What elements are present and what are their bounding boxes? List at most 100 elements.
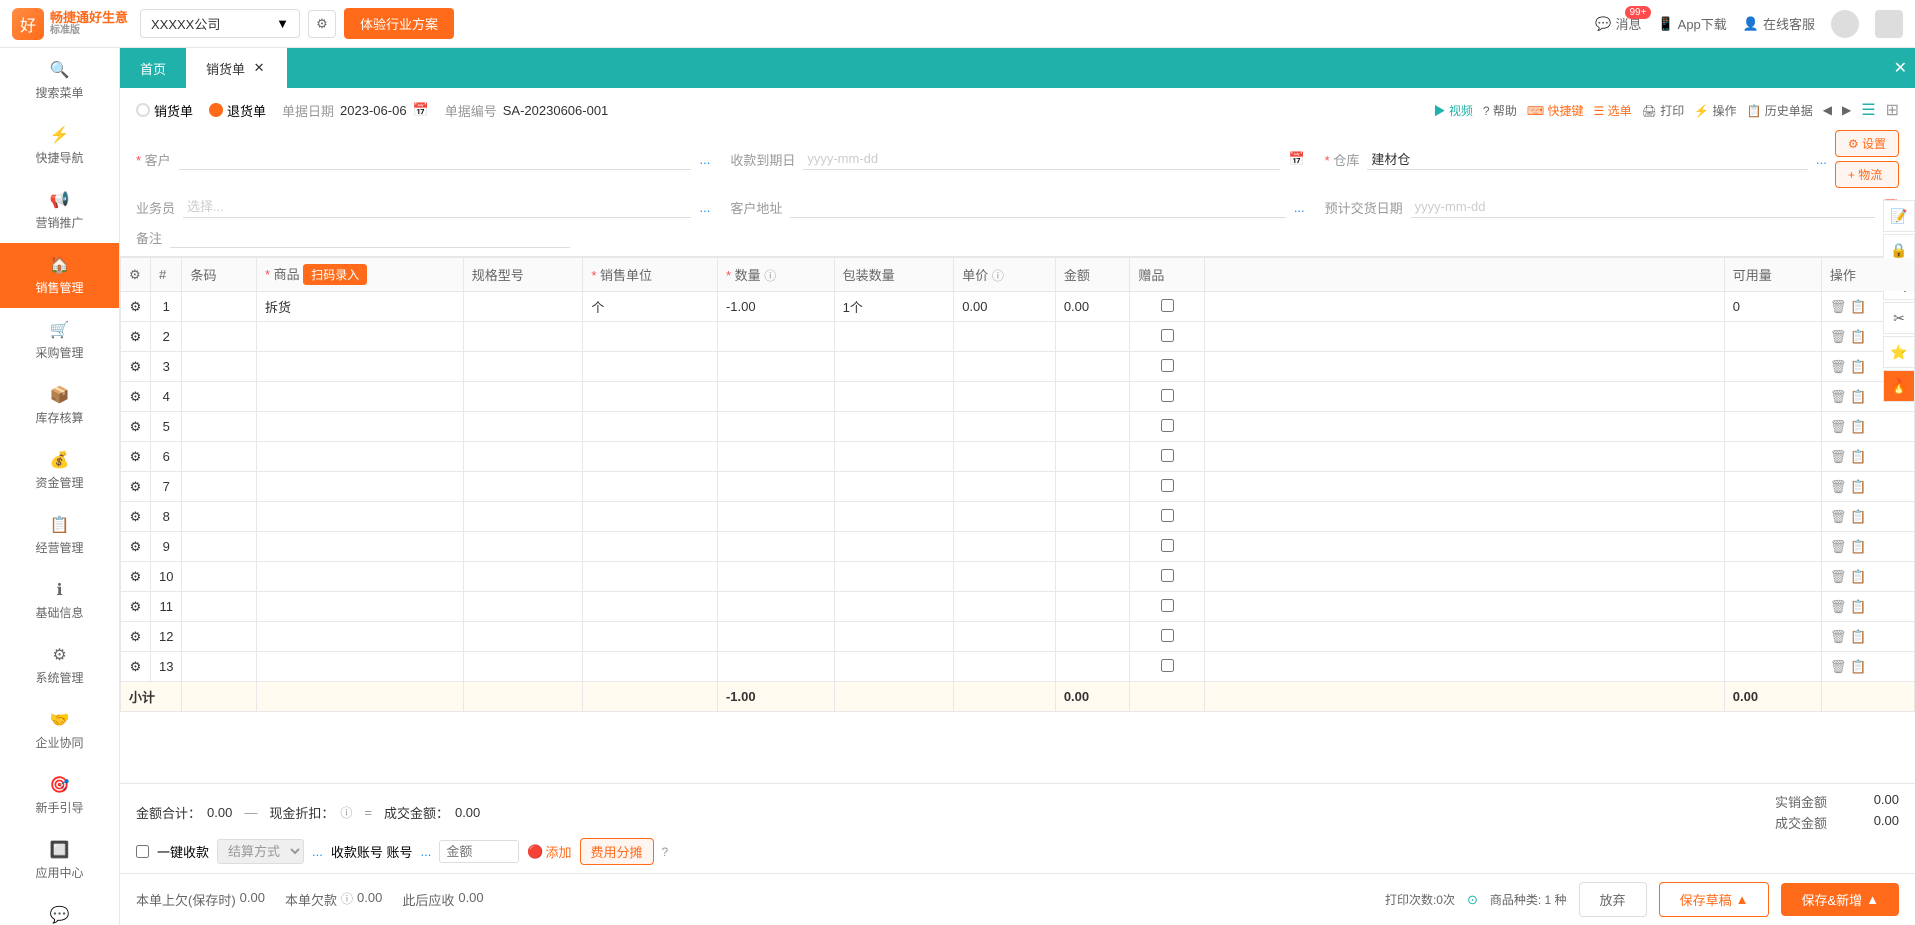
prev-btn[interactable]: ◀ xyxy=(1823,103,1832,117)
row-price[interactable] xyxy=(954,352,1056,382)
row-pack-qty[interactable]: 1个 xyxy=(834,292,954,322)
row-amount[interactable] xyxy=(1055,352,1130,382)
row-pack-qty[interactable] xyxy=(834,382,954,412)
row-gift[interactable] xyxy=(1130,472,1205,502)
row-spec[interactable] xyxy=(463,562,583,592)
row-amount[interactable] xyxy=(1055,592,1130,622)
row-qty[interactable] xyxy=(717,592,834,622)
row-amount[interactable] xyxy=(1055,442,1130,472)
row-pack-qty[interactable] xyxy=(834,502,954,532)
row-unit[interactable] xyxy=(583,472,718,502)
row-price[interactable] xyxy=(954,622,1056,652)
row-qty[interactable] xyxy=(717,622,834,652)
user-menu-icon[interactable] xyxy=(1875,10,1903,38)
row-unit[interactable] xyxy=(583,502,718,532)
select-btn[interactable]: ☰ 选单 xyxy=(1594,102,1632,119)
row-qty[interactable] xyxy=(717,442,834,472)
row-amount[interactable] xyxy=(1055,622,1130,652)
row-amount[interactable] xyxy=(1055,412,1130,442)
row-gift[interactable] xyxy=(1130,352,1205,382)
row-product[interactable] xyxy=(257,502,464,532)
row-qty[interactable] xyxy=(717,382,834,412)
row-product[interactable] xyxy=(257,532,464,562)
row-pack-qty[interactable] xyxy=(834,622,954,652)
row-price[interactable]: 0.00 xyxy=(954,292,1056,322)
calendar-icon[interactable]: 📅 xyxy=(413,102,429,118)
row-amount[interactable] xyxy=(1055,652,1130,682)
row-spec[interactable] xyxy=(463,622,583,652)
row-gift[interactable] xyxy=(1130,292,1205,322)
abandon-button[interactable]: 放弃 xyxy=(1579,882,1647,917)
settings-action-btn[interactable]: ⚙ 设置 xyxy=(1835,130,1899,157)
row-spec[interactable] xyxy=(463,412,583,442)
sidebar-item-operations[interactable]: 📋 经营管理 xyxy=(0,503,119,568)
card-view-icon[interactable]: ⊞ xyxy=(1886,100,1899,120)
row-price[interactable] xyxy=(954,502,1056,532)
sidebar-item-guide[interactable]: 🎯 新手引导 xyxy=(0,763,119,828)
salesperson-dots[interactable]: ... xyxy=(699,200,710,215)
row-pack-qty[interactable] xyxy=(834,652,954,682)
row-spec[interactable] xyxy=(463,352,583,382)
row-unit[interactable] xyxy=(583,352,718,382)
row-unit[interactable] xyxy=(583,442,718,472)
row-delete-icon[interactable]: 🗑 xyxy=(1830,359,1847,375)
row-gift[interactable] xyxy=(1130,622,1205,652)
row-delete-icon[interactable]: 🗑 xyxy=(1830,599,1847,615)
one-click-pay-checkbox[interactable] xyxy=(136,845,149,858)
receive-date-input[interactable] xyxy=(803,148,1280,170)
row-amount[interactable]: 0.00 xyxy=(1055,292,1130,322)
row-delete-icon[interactable]: 🗑 xyxy=(1830,389,1847,405)
sidebar-item-collab[interactable]: 🤝 企业协同 xyxy=(0,698,119,763)
row-unit[interactable] xyxy=(583,592,718,622)
row-pack-qty[interactable] xyxy=(834,352,954,382)
sidebar-item-system[interactable]: ⚙ 系统管理 xyxy=(0,633,119,698)
payment-amount-input[interactable] xyxy=(439,840,519,863)
sidebar-item-inventory[interactable]: 📦 库存核算 xyxy=(0,373,119,438)
row-gift[interactable] xyxy=(1130,562,1205,592)
row-pack-qty[interactable] xyxy=(834,532,954,562)
customer-dots[interactable]: ... xyxy=(699,152,710,167)
row-amount[interactable] xyxy=(1055,502,1130,532)
row-copy-icon[interactable]: 📋 xyxy=(1850,299,1866,315)
warehouse-dots[interactable]: ... xyxy=(1816,152,1827,167)
avatar[interactable] xyxy=(1831,10,1859,38)
row-barcode[interactable] xyxy=(182,382,257,412)
row-copy-icon[interactable]: 📋 xyxy=(1850,419,1866,435)
calc-method-select[interactable]: 结算方式 xyxy=(217,839,304,864)
row-barcode[interactable] xyxy=(182,292,257,322)
row-product[interactable] xyxy=(257,322,464,352)
row-product[interactable] xyxy=(257,472,464,502)
row-barcode[interactable] xyxy=(182,442,257,472)
row-amount[interactable] xyxy=(1055,322,1130,352)
row-gift[interactable] xyxy=(1130,502,1205,532)
row-pack-qty[interactable] xyxy=(834,472,954,502)
row-gift[interactable] xyxy=(1130,592,1205,622)
row-spec[interactable] xyxy=(463,652,583,682)
row-qty[interactable] xyxy=(717,562,834,592)
row-unit[interactable] xyxy=(583,652,718,682)
row-spec[interactable] xyxy=(463,472,583,502)
row-unit[interactable] xyxy=(583,622,718,652)
row-qty[interactable] xyxy=(717,652,834,682)
row-qty[interactable] xyxy=(717,352,834,382)
save-draft-button[interactable]: 保存草稿 ▲ xyxy=(1659,882,1770,917)
operation-btn[interactable]: ⚡ 操作 xyxy=(1694,102,1736,119)
sidebar-item-basics[interactable]: ℹ 基础信息 xyxy=(0,568,119,633)
sidebar-item-search[interactable]: 🔍 搜索菜单 xyxy=(0,48,119,113)
row-unit[interactable] xyxy=(583,562,718,592)
row-price[interactable] xyxy=(954,592,1056,622)
row-delete-icon[interactable]: 🗑 xyxy=(1830,479,1847,495)
row-product[interactable] xyxy=(257,562,464,592)
receive-date-calendar-icon[interactable]: 📅 xyxy=(1288,151,1304,167)
sidebar-item-marketing[interactable]: 📢 营销推广 xyxy=(0,178,119,243)
add-payment-btn[interactable]: 🔴 添加 xyxy=(527,842,571,861)
help-btn[interactable]: ? 帮助 xyxy=(1483,102,1517,119)
row-spec[interactable] xyxy=(463,442,583,472)
row-copy-icon[interactable]: 📋 xyxy=(1850,539,1866,555)
history-btn[interactable]: 📋 历史单据 xyxy=(1747,102,1813,119)
row-delete-icon[interactable]: 🗑 xyxy=(1830,299,1847,315)
float-btn-4[interactable]: ✂ xyxy=(1883,302,1915,334)
row-delete-icon[interactable]: 🗑 xyxy=(1830,659,1847,675)
app-download-button[interactable]: 📱 App下载 xyxy=(1657,14,1726,33)
row-copy-icon[interactable]: 📋 xyxy=(1850,359,1866,375)
